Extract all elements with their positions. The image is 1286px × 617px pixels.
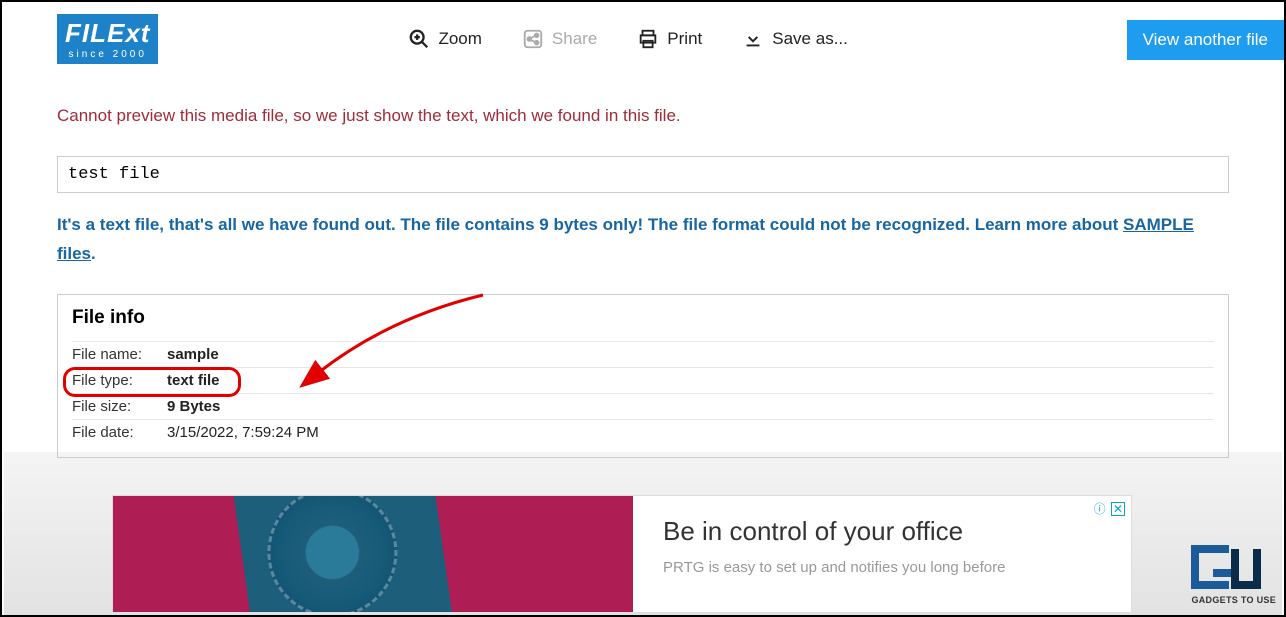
ad-text-area: ⓘ ✕ Be in control of your office PRTG is… — [633, 496, 1131, 612]
file-type-value: text file — [167, 372, 220, 389]
watermark: GADGETS TO USE — [1191, 545, 1276, 605]
ad-disk-graphic — [231, 496, 454, 612]
ad-info-icon[interactable]: ⓘ — [1094, 502, 1106, 516]
save-as-label: Save as... — [772, 29, 848, 49]
zoom-label: Zoom — [438, 29, 481, 49]
file-date-value: 3/15/2022, 7:59:24 PM — [167, 424, 319, 441]
logo-main: FILExt — [65, 18, 150, 48]
share-label: Share — [552, 29, 597, 49]
view-another-button[interactable]: View another file — [1127, 20, 1284, 60]
ad-subtext: PRTG is easy to set up and notifies you … — [663, 559, 1101, 576]
file-content-box: test file — [57, 156, 1229, 193]
ad-image — [113, 496, 633, 612]
file-info-row-name: File name: sample — [72, 341, 1214, 367]
zoom-icon — [408, 28, 430, 50]
ad-headline: Be in control of your office — [663, 516, 1101, 547]
analysis-prefix: It's a text file, that's all we have fou… — [57, 215, 1123, 234]
watermark-logo — [1191, 545, 1261, 595]
watermark-text: GADGETS TO USE — [1191, 595, 1276, 605]
analysis-text: It's a text file, that's all we have fou… — [57, 211, 1229, 269]
file-size-value: 9 Bytes — [167, 398, 220, 415]
ad-badge[interactable]: ⓘ ✕ — [1094, 500, 1125, 517]
file-name-value: sample — [167, 346, 219, 363]
header: FILExt since 2000 Zoom Share Print Save … — [2, 2, 1284, 76]
file-size-label: File size: — [72, 398, 167, 415]
ad-banner[interactable]: ⓘ ✕ Be in control of your office PRTG is… — [112, 495, 1132, 613]
file-type-label: File type: — [72, 372, 167, 389]
toolbar: Zoom Share Print Save as... — [408, 28, 847, 50]
file-info-row-type: File type: text file — [72, 367, 1214, 393]
file-info-box: File info File name: sample File type: t… — [57, 294, 1229, 458]
download-icon — [742, 28, 764, 50]
file-info-row-size: File size: 9 Bytes — [72, 393, 1214, 419]
share-button: Share — [522, 28, 597, 50]
save-as-button[interactable]: Save as... — [742, 28, 848, 50]
analysis-suffix: . — [91, 244, 96, 263]
ad-close-icon[interactable]: ✕ — [1111, 502, 1125, 516]
logo-since: since 2000 — [65, 49, 150, 60]
share-icon — [522, 28, 544, 50]
preview-message: Cannot preview this media file, so we ju… — [57, 106, 1229, 126]
file-info-title: File info — [72, 307, 1214, 329]
print-button[interactable]: Print — [637, 28, 702, 50]
logo[interactable]: FILExt since 2000 — [57, 14, 158, 64]
print-label: Print — [667, 29, 702, 49]
content-area: Cannot preview this media file, so we ju… — [2, 106, 1284, 458]
file-info-row-date: File date: 3/15/2022, 7:59:24 PM — [72, 419, 1214, 445]
file-name-label: File name: — [72, 346, 167, 363]
file-date-label: File date: — [72, 424, 167, 441]
print-icon — [637, 28, 659, 50]
zoom-button[interactable]: Zoom — [408, 28, 481, 50]
